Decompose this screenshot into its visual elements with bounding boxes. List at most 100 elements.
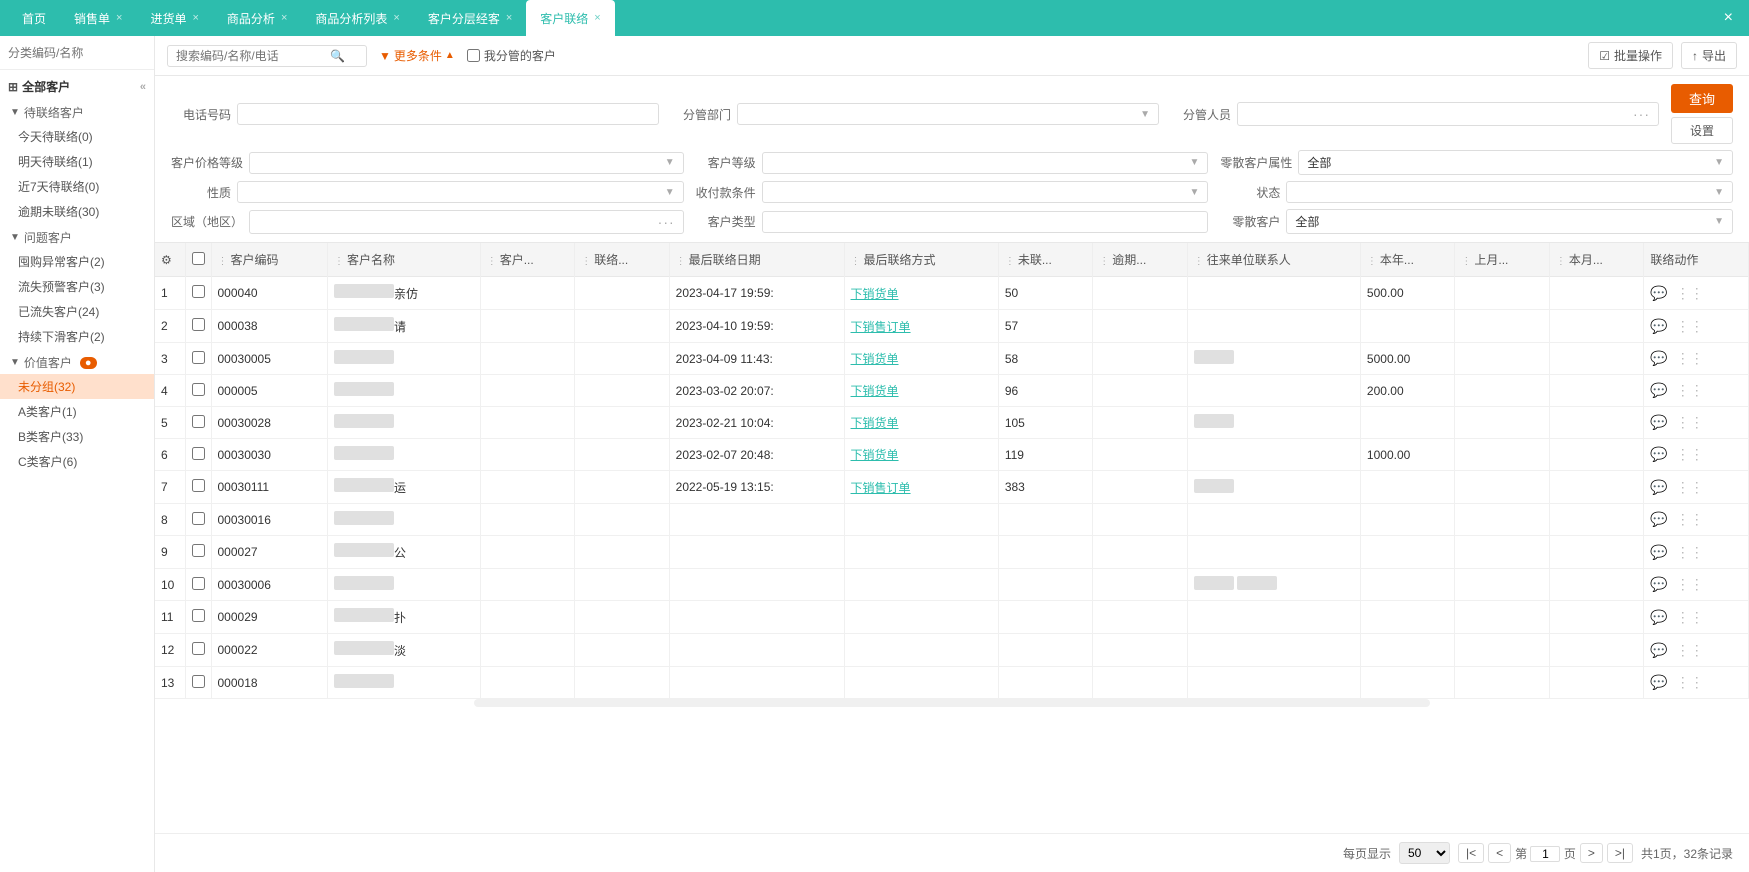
grid-action-icon[interactable]: ⋮⋮ (1676, 642, 1704, 659)
sidebar-all-customers[interactable]: ⊞ 全部客户 « (0, 70, 154, 99)
cell-last-contact-method[interactable] (844, 569, 998, 601)
tab-product-analysis-close[interactable]: × (281, 12, 287, 24)
cell-checkbox[interactable] (185, 310, 211, 343)
first-page-button[interactable]: |< (1458, 843, 1484, 863)
message-icon[interactable]: 💬 (1650, 446, 1667, 463)
message-icon[interactable]: 💬 (1650, 642, 1667, 659)
reset-button[interactable]: 设置 (1671, 117, 1733, 144)
row-checkbox[interactable] (192, 609, 205, 622)
nature-input[interactable]: ▼ (237, 181, 684, 203)
cell-checkbox[interactable] (185, 569, 211, 601)
cell-checkbox[interactable] (185, 439, 211, 471)
message-icon[interactable]: 💬 (1650, 382, 1667, 399)
next-page-button[interactable]: > (1580, 843, 1603, 863)
sidebar-item-tomorrow-pending[interactable]: 明天待联络(1) (0, 149, 154, 174)
sidebar-search-box[interactable]: 🔍 (0, 36, 154, 70)
col-gear[interactable]: ⚙ (155, 243, 185, 277)
message-icon[interactable]: 💬 (1650, 318, 1667, 335)
sidebar-item-a-class[interactable]: A类客户(1) (0, 399, 154, 424)
cell-checkbox[interactable] (185, 667, 211, 699)
grid-action-icon[interactable]: ⋮⋮ (1676, 318, 1704, 335)
cell-last-contact-method[interactable] (844, 634, 998, 667)
tab-sales-close[interactable]: × (116, 12, 122, 24)
filter-search-input[interactable] (176, 49, 326, 63)
tab-purchase-close[interactable]: × (192, 12, 198, 24)
message-icon[interactable]: 💬 (1650, 674, 1667, 691)
grid-action-icon[interactable]: ⋮⋮ (1676, 609, 1704, 626)
filter-search-box[interactable]: 🔍 (167, 45, 367, 67)
price-level-input[interactable]: ▼ (249, 152, 684, 174)
cell-checkbox[interactable] (185, 407, 211, 439)
filter-my-customers[interactable]: 我分管的客户 (467, 47, 556, 64)
cell-checkbox[interactable] (185, 343, 211, 375)
sidebar-item-lost[interactable]: 已流失客户(24) (0, 299, 154, 324)
tab-customer-layer[interactable]: 客户分层经客 × (414, 0, 526, 36)
dept-input[interactable]: ▼ (737, 103, 1159, 125)
message-icon[interactable]: 💬 (1650, 350, 1667, 367)
grid-action-icon[interactable]: ⋮⋮ (1676, 350, 1704, 367)
tab-customer-contact-close[interactable]: × (594, 12, 600, 24)
per-page-select[interactable]: 50 100 200 (1399, 842, 1450, 864)
tab-customer-layer-close[interactable]: × (506, 12, 512, 24)
cell-last-contact-method[interactable]: 下销售订单 (844, 310, 998, 343)
sidebar-value-group[interactable]: ▼ 价值客户 ● (0, 349, 154, 374)
tab-product-list-close[interactable]: × (393, 12, 399, 24)
row-checkbox[interactable] (192, 318, 205, 331)
cell-last-contact-method[interactable] (844, 536, 998, 569)
sidebar-item-7day-pending[interactable]: 近7天待联络(0) (0, 174, 154, 199)
cell-checkbox[interactable] (185, 277, 211, 310)
sidebar-search-input[interactable] (8, 46, 155, 60)
row-checkbox[interactable] (192, 642, 205, 655)
cell-checkbox[interactable] (185, 375, 211, 407)
page-number-input[interactable] (1530, 846, 1560, 862)
horizontal-scrollbar[interactable] (474, 699, 1430, 707)
contact-method-link[interactable]: 下销货单 (851, 287, 899, 301)
row-checkbox[interactable] (192, 675, 205, 688)
contact-method-link[interactable]: 下销货单 (851, 448, 899, 462)
cell-last-contact-method[interactable]: 下销货单 (844, 375, 998, 407)
contact-method-link[interactable]: 下销货单 (851, 384, 899, 398)
sidebar-pending-group[interactable]: ▼ 待联络客户 (0, 99, 154, 124)
message-icon[interactable]: 💬 (1650, 609, 1667, 626)
sidebar-item-declining[interactable]: 持续下滑客户(2) (0, 324, 154, 349)
window-close-button[interactable]: × (1716, 9, 1741, 27)
row-checkbox[interactable] (192, 285, 205, 298)
last-page-button[interactable]: >| (1607, 843, 1633, 863)
row-checkbox[interactable] (192, 544, 205, 557)
cell-checkbox[interactable] (185, 471, 211, 504)
cell-last-contact-method[interactable]: 下销货单 (844, 343, 998, 375)
row-checkbox[interactable] (192, 383, 205, 396)
contact-method-link[interactable]: 下销售订单 (851, 320, 911, 334)
phone-input[interactable] (237, 103, 659, 125)
sidebar-item-b-class[interactable]: B类客户(33) (0, 424, 154, 449)
grid-action-icon[interactable]: ⋮⋮ (1676, 285, 1704, 302)
grid-action-icon[interactable]: ⋮⋮ (1676, 544, 1704, 561)
sidebar-problem-group[interactable]: ▼ 问题客户 (0, 224, 154, 249)
cell-last-contact-method[interactable]: 下销售订单 (844, 471, 998, 504)
sidebar-item-churn-warning[interactable]: 流失预警客户(3) (0, 274, 154, 299)
row-checkbox[interactable] (192, 512, 205, 525)
customer-type-input[interactable] (762, 211, 1209, 233)
region-input[interactable]: ··· (249, 210, 684, 234)
message-icon[interactable]: 💬 (1650, 414, 1667, 431)
cell-last-contact-method[interactable] (844, 667, 998, 699)
tab-product-analysis[interactable]: 商品分析 × (213, 0, 301, 36)
status-input[interactable]: ▼ (1286, 181, 1733, 203)
grid-action-icon[interactable]: ⋮⋮ (1676, 414, 1704, 431)
batch-op-button[interactable]: ☑ 批量操作 (1588, 42, 1673, 69)
prev-page-button[interactable]: < (1488, 843, 1511, 863)
message-icon[interactable]: 💬 (1650, 576, 1667, 593)
retail-attr-input[interactable]: 全部 ▼ (1298, 150, 1733, 175)
col-checkbox[interactable] (185, 243, 211, 277)
row-checkbox[interactable] (192, 415, 205, 428)
cell-checkbox[interactable] (185, 634, 211, 667)
my-customers-checkbox[interactable] (467, 49, 480, 62)
message-icon[interactable]: 💬 (1650, 544, 1667, 561)
row-checkbox[interactable] (192, 447, 205, 460)
sidebar-item-overdue-pending[interactable]: 逾期未联络(30) (0, 199, 154, 224)
export-button[interactable]: ↑ 导出 (1681, 42, 1737, 69)
message-icon[interactable]: 💬 (1650, 285, 1667, 302)
cell-last-contact-method[interactable]: 下销货单 (844, 439, 998, 471)
grid-action-icon[interactable]: ⋮⋮ (1676, 511, 1704, 528)
sidebar-item-abnormal[interactable]: 囤购异常客户(2) (0, 249, 154, 274)
